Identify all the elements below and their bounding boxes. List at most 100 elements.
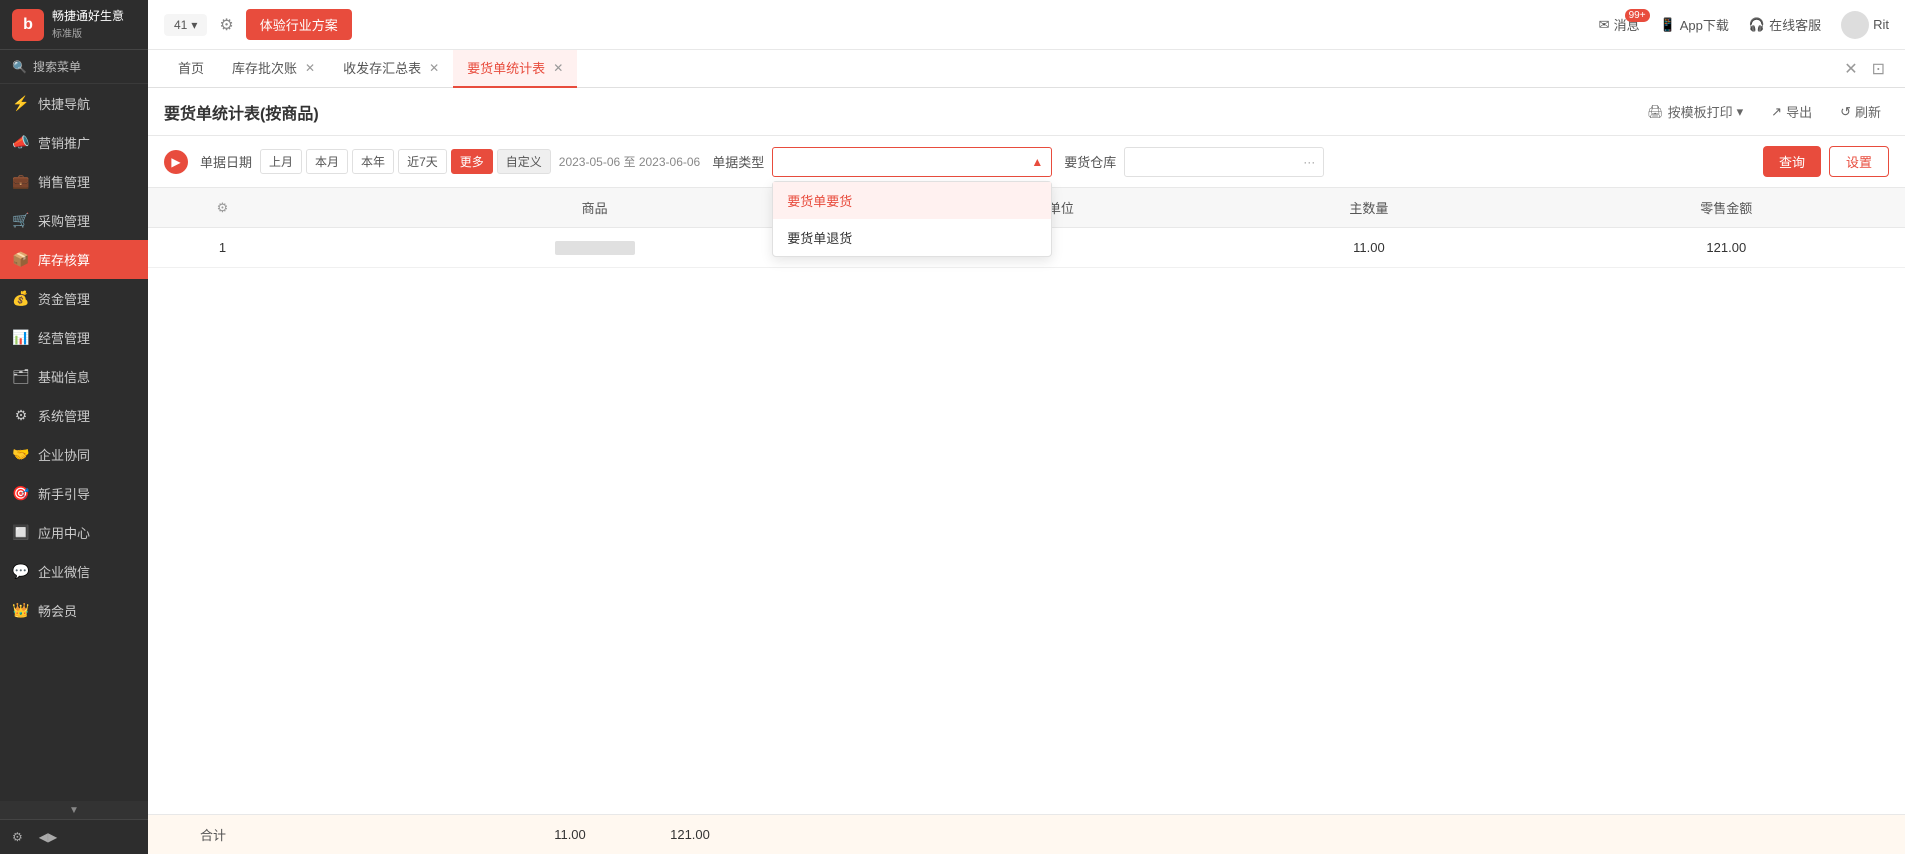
- tab-requisition-stat-label: 要货单统计表: [467, 58, 545, 77]
- sidebar-item-operations[interactable]: 📊 经营管理: [0, 318, 148, 357]
- sidebar-item-quick-nav[interactable]: ⚡ 快捷导航: [0, 84, 148, 123]
- breadcrumb-chevron-icon: ▾: [191, 18, 197, 32]
- user-item[interactable]: Rit: [1841, 11, 1889, 39]
- refresh-label: 刷新: [1855, 102, 1881, 121]
- settings-button[interactable]: 设置: [1829, 146, 1889, 177]
- date-filter-section: 单据日期 上月 本月 本年 近7天 更多 自定义 2023-05-06 至 20…: [200, 149, 700, 174]
- dropdown-item-return[interactable]: 要货单退货: [773, 219, 1051, 256]
- app-sub-name: 标准版: [52, 25, 124, 40]
- type-chevron-icon: ▲: [1031, 155, 1043, 169]
- sidebar-item-wechat[interactable]: 💬 企业微信: [0, 552, 148, 591]
- tab-receive-summary-close[interactable]: ✕: [429, 61, 439, 75]
- page-actions: 🖨 按模板打印 ▾ ↗ 导出 ↺ 刷新: [1639, 98, 1889, 125]
- sidebar-settings-icon[interactable]: ⚙: [12, 830, 23, 844]
- sidebar-item-label: 系统管理: [38, 406, 90, 425]
- tab-home[interactable]: 首页: [164, 50, 218, 88]
- sidebar-item-member[interactable]: 👑 畅会员: [0, 591, 148, 630]
- cell-amount: 121.00: [1548, 228, 1905, 268]
- cooperation-icon: 🤝: [12, 446, 30, 464]
- user-name: Rit: [1873, 17, 1889, 32]
- print-label: 按模板打印: [1668, 102, 1733, 121]
- main-area: 41 ▾ ⚙ 体验行业方案 ✉ 消息 99+ 📱 App下载 🎧 在线客服 R: [148, 0, 1905, 854]
- type-selector-wrap: ▲ 要货单要货 要货单退货: [772, 147, 1052, 177]
- footer-amount: 121.00: [630, 827, 750, 842]
- sidebar-item-label: 采购管理: [38, 211, 90, 230]
- dropdown-item-requisition[interactable]: 要货单要货: [773, 182, 1051, 219]
- tab-batch-account[interactable]: 库存批次账 ✕: [218, 50, 329, 88]
- finance-icon: 💰: [12, 290, 30, 308]
- table-footer: 合计 11.00 121.00: [148, 814, 1905, 854]
- tab-requisition-stat[interactable]: 要货单统计表 ✕: [453, 50, 577, 88]
- sidebar-item-appstore[interactable]: 🔲 应用中心: [0, 513, 148, 552]
- breadcrumb-selector[interactable]: 41 ▾: [164, 14, 207, 36]
- tab-maximize-icon[interactable]: ⊡: [1868, 55, 1889, 83]
- tab-close-window-icon[interactable]: ✕: [1840, 55, 1861, 83]
- sidebar-footer: ⚙ ◀▶: [0, 819, 148, 854]
- purchase-icon: 🛒: [12, 212, 30, 230]
- online-service-item[interactable]: 🎧 在线客服: [1749, 15, 1821, 34]
- tab-receive-summary-label: 收发存汇总表: [343, 58, 421, 77]
- this-month-btn[interactable]: 本月: [306, 149, 348, 174]
- sidebar-scroll-down[interactable]: ▼: [0, 801, 148, 819]
- top-header: 41 ▾ ⚙ 体验行业方案 ✉ 消息 99+ 📱 App下载 🎧 在线客服 R: [148, 0, 1905, 50]
- more-btn[interactable]: 更多: [451, 149, 493, 174]
- sidebar-item-guide[interactable]: 🎯 新手引导: [0, 474, 148, 513]
- print-template-button[interactable]: 🖨 按模板打印 ▾: [1639, 98, 1751, 125]
- prev-month-btn[interactable]: 上月: [260, 149, 302, 174]
- header-settings-icon[interactable]: ⚙: [219, 15, 233, 35]
- sidebar-logo: b 畅捷通好生意 标准版: [0, 0, 148, 50]
- app-download-label: App下载: [1680, 15, 1729, 34]
- last-7days-btn[interactable]: 近7天: [398, 149, 447, 174]
- table-settings-icon: ⚙: [217, 200, 229, 215]
- this-year-btn[interactable]: 本年: [352, 149, 394, 174]
- type-input-box[interactable]: ▲: [772, 147, 1052, 177]
- sidebar-collapse-icon[interactable]: ◀▶: [39, 830, 57, 844]
- refresh-button[interactable]: ↺ 刷新: [1832, 98, 1889, 125]
- app-name: 畅捷通好生意: [52, 9, 124, 25]
- message-item[interactable]: ✉ 消息 99+: [1599, 15, 1640, 34]
- sidebar-item-basic[interactable]: 🗂 基础信息: [0, 357, 148, 396]
- operations-icon: 📊: [12, 329, 30, 347]
- service-icon: 🎧: [1749, 17, 1765, 33]
- sidebar-item-label: 应用中心: [38, 523, 90, 542]
- sidebar-item-label: 营销推广: [38, 133, 90, 152]
- quick-nav-icon: ⚡: [12, 95, 30, 113]
- tab-receive-summary[interactable]: 收发存汇总表 ✕: [329, 50, 453, 88]
- sidebar-item-sales[interactable]: 💼 销售管理: [0, 162, 148, 201]
- warehouse-input-box[interactable]: ···: [1124, 147, 1324, 177]
- tab-batch-account-label: 库存批次账: [232, 58, 297, 77]
- sidebar-item-inventory[interactable]: 📦 库存核算: [0, 240, 148, 279]
- app-download-item[interactable]: 📱 App下载: [1660, 15, 1729, 34]
- sidebar-item-cooperation[interactable]: 🤝 企业协同: [0, 435, 148, 474]
- message-icon: ✉: [1599, 17, 1610, 33]
- online-service-label: 在线客服: [1769, 15, 1821, 34]
- date-range-text: 2023-05-06 至 2023-06-06: [559, 153, 700, 170]
- custom-btn[interactable]: 自定义: [497, 149, 551, 174]
- date-shortcuts: 上月 本月 本年 近7天 更多 自定义: [260, 149, 551, 174]
- sidebar-item-label: 库存核算: [38, 250, 90, 269]
- trial-button[interactable]: 体验行业方案: [246, 9, 352, 40]
- col-settings-header[interactable]: ⚙: [148, 188, 297, 228]
- tab-requisition-stat-close[interactable]: ✕: [553, 61, 563, 75]
- sidebar-item-label: 快捷导航: [38, 94, 90, 113]
- header-right: ✉ 消息 99+ 📱 App下载 🎧 在线客服 Rit: [1599, 11, 1889, 39]
- type-filter-section: 单据类型 ▲ 要货单要货 要货单退货: [712, 147, 1052, 177]
- date-filter-label: 单据日期: [200, 152, 252, 171]
- sidebar-item-marketing[interactable]: 📣 营销推广: [0, 123, 148, 162]
- marketing-icon: 📣: [12, 134, 30, 152]
- sidebar-item-system[interactable]: ⚙ 系统管理: [0, 396, 148, 435]
- warehouse-filter-section: 要货仓库 ···: [1064, 147, 1324, 177]
- sales-icon: 💼: [12, 173, 30, 191]
- export-icon: ↗: [1771, 104, 1782, 120]
- warehouse-filter-label: 要货仓库: [1064, 152, 1116, 171]
- sidebar-item-label: 资金管理: [38, 289, 90, 308]
- export-button[interactable]: ↗ 导出: [1763, 98, 1820, 125]
- table-container: ⚙ 商品 主计量单位 主数量 零售金额 1: [148, 188, 1905, 814]
- footer-total-label: 合计: [200, 828, 226, 843]
- sidebar-item-purchase[interactable]: 🛒 采购管理: [0, 201, 148, 240]
- filter-expand-button[interactable]: ▶: [164, 150, 188, 174]
- sidebar-item-finance[interactable]: 💰 资金管理: [0, 279, 148, 318]
- sidebar-search[interactable]: 🔍 搜索菜单: [0, 50, 148, 84]
- query-button[interactable]: 查询: [1763, 146, 1821, 177]
- tab-batch-account-close[interactable]: ✕: [305, 61, 315, 75]
